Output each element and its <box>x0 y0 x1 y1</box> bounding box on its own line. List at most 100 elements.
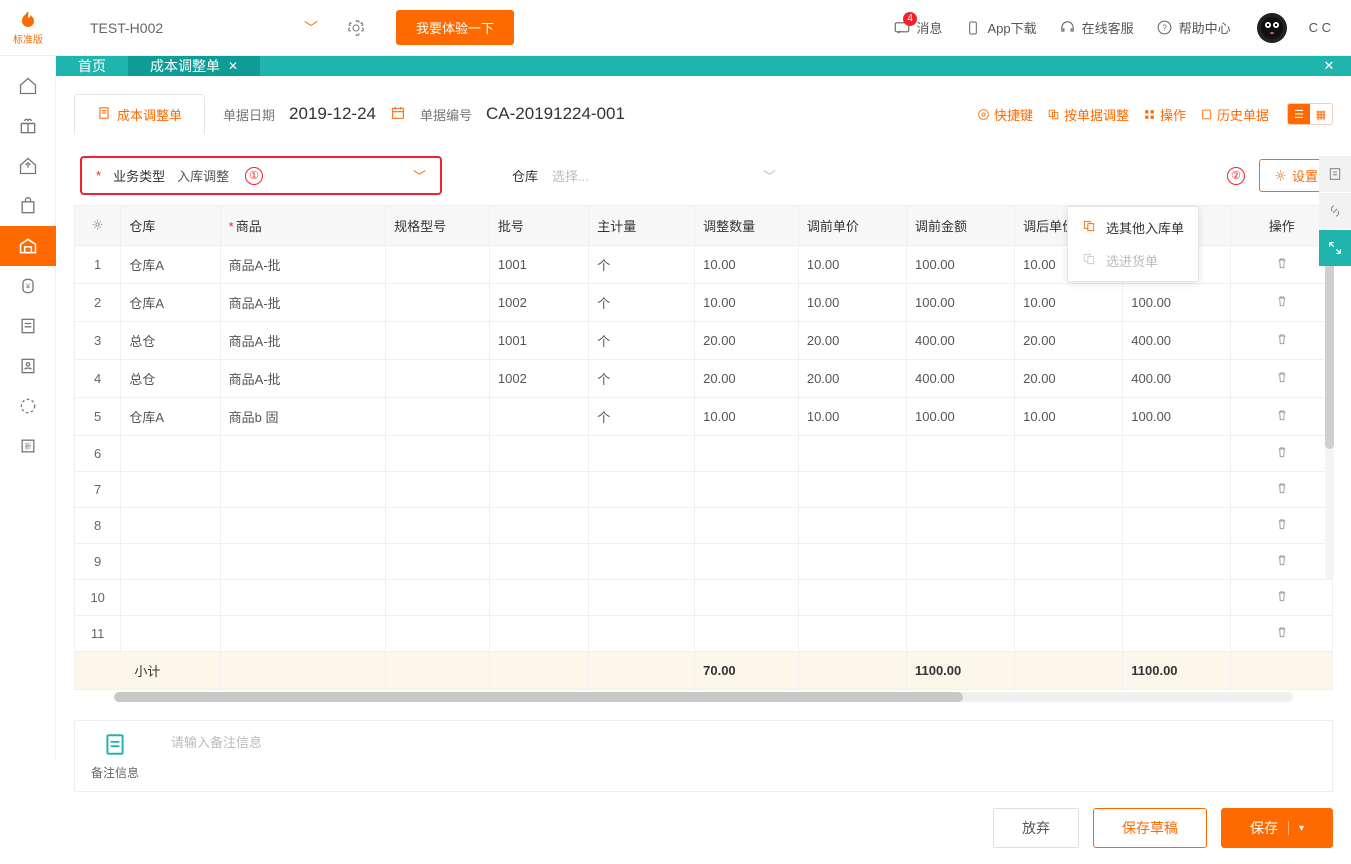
save-button[interactable]: 保存 ▾ <box>1221 808 1333 848</box>
footer-actions: 放弃 保存草稿 保存 ▾ <box>74 792 1333 864</box>
flame-icon <box>16 9 40 33</box>
nav-money[interactable]: ¥ <box>0 266 56 306</box>
bill-icon <box>1082 252 1098 269</box>
by-bill-tool[interactable]: 按单据调整 <box>1047 105 1129 124</box>
sidenav: ¥ 新 <box>0 56 56 759</box>
nav-dots[interactable] <box>0 386 56 426</box>
delete-row-button[interactable] <box>1231 284 1333 322</box>
annotation-2: ② <box>1227 167 1245 185</box>
delete-row-button[interactable] <box>1231 508 1333 544</box>
svg-text:?: ? <box>1162 23 1167 32</box>
avatar[interactable] <box>1257 13 1287 43</box>
svg-text:¥: ¥ <box>25 282 30 291</box>
grid-view-icon[interactable]: ▦ <box>1310 104 1332 124</box>
doc-number: CA-20191224-001 <box>486 104 625 124</box>
doc-date[interactable]: 2019-12-24 <box>289 104 376 124</box>
nav-user-doc[interactable] <box>0 346 56 386</box>
shortcut-tool[interactable]: 快捷键 <box>977 105 1033 124</box>
chevron-down-icon: ▾ <box>1299 823 1304 834</box>
nav-warehouse[interactable] <box>0 226 56 266</box>
table-row[interactable]: 9 <box>75 544 1333 580</box>
delete-row-button[interactable] <box>1231 580 1333 616</box>
close-icon[interactable]: ✕ <box>228 59 238 73</box>
help-button[interactable]: ? 帮助中心 <box>1156 18 1231 37</box>
table-row[interactable]: 7 <box>75 472 1333 508</box>
ops-tool[interactable]: 操作 <box>1143 105 1186 124</box>
remark-section: 备注信息 <box>74 720 1333 792</box>
help-icon: ? <box>1156 19 1174 37</box>
subtotal-row: 小计 70.00 1100.00 1100.00 <box>75 652 1333 690</box>
row-settings-header[interactable] <box>75 206 121 246</box>
topbar: 标准版 TEST-H002 ﹀ 我要体验一下 消息 4 App下载 在线客服 <box>0 0 1351 56</box>
nav-up[interactable] <box>0 146 56 186</box>
business-type-select[interactable]: * 业务类型 入库调整 ① ﹀ <box>80 156 442 195</box>
history-tool[interactable]: 历史单据 <box>1200 105 1269 124</box>
delete-row-button[interactable] <box>1231 360 1333 398</box>
save-draft-button[interactable]: 保存草稿 <box>1093 808 1207 848</box>
nav-bag[interactable] <box>0 186 56 226</box>
right-rail <box>1319 156 1351 266</box>
table-row[interactable]: 8 <box>75 508 1333 544</box>
view-toggle[interactable]: ☰ ▦ <box>1287 103 1333 125</box>
select-other-in-bill[interactable]: 选其他入库单 <box>1068 211 1198 244</box>
top-actions: 消息 4 App下载 在线客服 ? 帮助中心 C C <box>893 13 1331 43</box>
tab-home[interactable]: 首页 <box>56 56 128 76</box>
bill-icon <box>1082 219 1098 236</box>
calendar-icon[interactable] <box>390 105 406 124</box>
nav-new[interactable]: 新 <box>0 426 56 466</box>
table-row[interactable]: 10 <box>75 580 1333 616</box>
delete-row-button[interactable] <box>1231 398 1333 436</box>
chevron-down-icon: ﹀ <box>304 18 318 38</box>
phone-icon <box>964 19 982 37</box>
table-row[interactable]: 6 <box>75 436 1333 472</box>
note-icon <box>102 731 128 760</box>
delete-row-button[interactable] <box>1231 322 1333 360</box>
select-purchase-bill: 选进货单 <box>1068 244 1198 277</box>
app-download-button[interactable]: App下载 <box>964 18 1036 37</box>
table-row[interactable]: 2 仓库A 商品A-批 1002 个 10.00 10.00 100.00 10… <box>75 284 1333 322</box>
headset-icon <box>1059 19 1077 37</box>
annotation-1: ① <box>245 167 263 185</box>
tenant-select[interactable]: TEST-H002 ﹀ <box>80 12 328 44</box>
filter-row: * 业务类型 入库调整 ① ﹀ 仓库 选择... ﹀ ② 设置 <box>74 142 1333 205</box>
doc-tools: 快捷键 按单据调整 操作 历史单据 ☰ ▦ <box>977 103 1333 125</box>
rail-link[interactable] <box>1319 193 1351 229</box>
doc-title-tab[interactable]: 成本调整单 <box>74 94 205 134</box>
warehouse-select[interactable]: 仓库 选择... ﹀ <box>512 166 776 185</box>
delete-row-button[interactable] <box>1231 472 1333 508</box>
brand-sub: 标准版 <box>13 31 43 46</box>
doc-meta: 单据日期 2019-12-24 单据编号 CA-20191224-001 <box>223 104 625 124</box>
select-bill-popup: 选其他入库单 选进货单 <box>1067 206 1199 282</box>
delete-row-button[interactable] <box>1231 616 1333 652</box>
msg-badge: 4 <box>903 12 917 26</box>
table-row[interactable]: 4 总仓 商品A-批 1002 个 20.00 20.00 400.00 20.… <box>75 360 1333 398</box>
nav-doc[interactable] <box>0 306 56 346</box>
tabstrip: 首页 成本调整单 ✕ ✕ <box>56 56 1351 76</box>
rail-expand[interactable] <box>1319 230 1351 266</box>
messages-button[interactable]: 消息 4 <box>893 18 942 37</box>
discard-button[interactable]: 放弃 <box>993 808 1079 848</box>
table-row[interactable]: 5 仓库A 商品b 固 个 10.00 10.00 100.00 10.00 1… <box>75 398 1333 436</box>
doc-icon <box>97 106 111 123</box>
settings-icon[interactable] <box>344 16 368 40</box>
tenant-name: TEST-H002 <box>90 20 163 36</box>
trial-button[interactable]: 我要体验一下 <box>396 10 514 45</box>
remark-input[interactable] <box>171 735 1316 750</box>
service-button[interactable]: 在线客服 <box>1059 18 1134 37</box>
rail-note[interactable] <box>1319 156 1351 192</box>
delete-row-button[interactable] <box>1231 246 1333 284</box>
nav-home[interactable] <box>0 66 56 106</box>
tab-cost-adjust[interactable]: 成本调整单 ✕ <box>128 56 260 76</box>
username: C C <box>1309 20 1331 35</box>
table-row[interactable]: 11 <box>75 616 1333 652</box>
horizontal-scrollbar[interactable] <box>114 692 1293 702</box>
delete-row-button[interactable] <box>1231 544 1333 580</box>
table-row[interactable]: 3 总仓 商品A-批 1001 个 20.00 20.00 400.00 20.… <box>75 322 1333 360</box>
delete-row-button[interactable] <box>1231 436 1333 472</box>
chevron-down-icon: ﹀ <box>413 166 426 185</box>
close-all-tabs[interactable]: ✕ <box>1307 56 1351 76</box>
vertical-scrollbar[interactable] <box>1325 239 1334 579</box>
brand-logo[interactable]: 标准版 <box>0 0 56 56</box>
nav-gift[interactable] <box>0 106 56 146</box>
list-view-icon[interactable]: ☰ <box>1288 104 1310 124</box>
